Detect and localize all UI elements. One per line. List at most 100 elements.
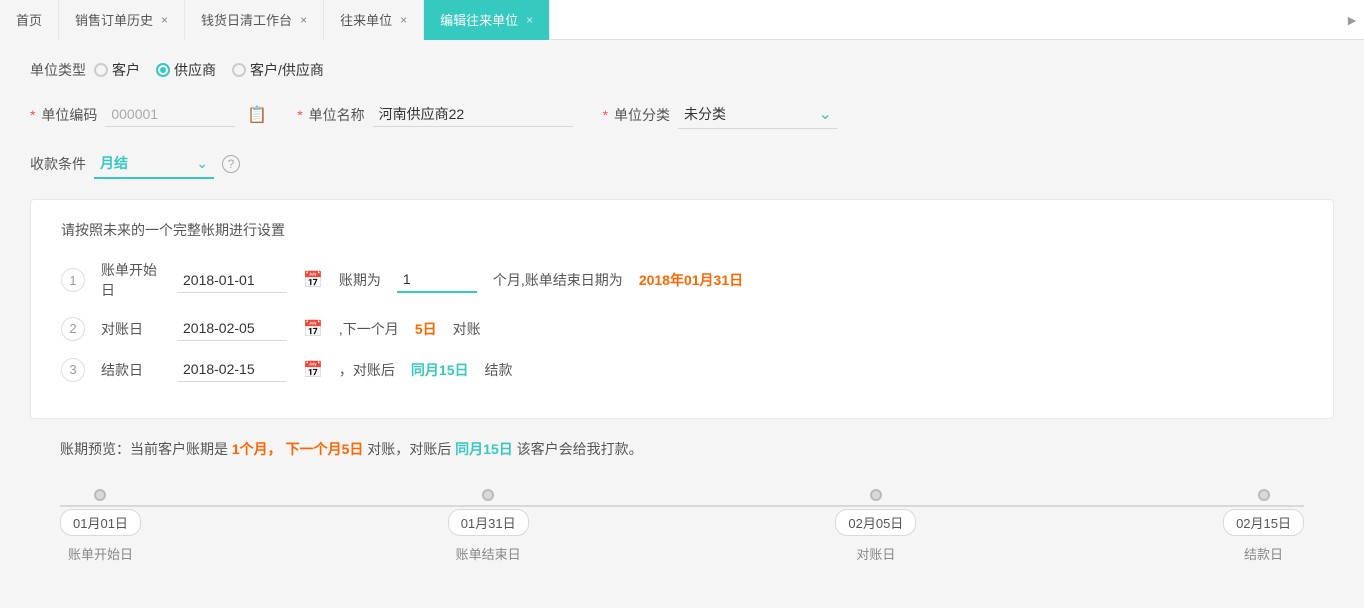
radio-customer[interactable]: 客户 (94, 60, 140, 80)
period-box: 请按照未来的一个完整帐期进行设置 1 账单开始日 📅 账期为 个月,账单结束日期… (30, 199, 1334, 419)
radio-both[interactable]: 客户/供应商 (232, 60, 324, 80)
radio-customer-label: 客户 (112, 60, 140, 80)
unit-category-field: * 单位分类 未分类 ⌄ (603, 100, 838, 129)
tab-partner-unit-close[interactable]: × (400, 13, 407, 27)
period-desc-1b: 个月,账单结束日期为 (493, 270, 623, 290)
timeline-point-4: 02月15日 结款日 (1223, 489, 1304, 563)
unit-category-label: * 单位分类 (603, 105, 670, 125)
start-date-calendar-icon[interactable]: 📅 (303, 270, 323, 290)
start-date-input[interactable] (177, 268, 287, 293)
tab-sales-history-label: 销售订单历史 (75, 10, 153, 29)
timeline-line (60, 505, 1304, 507)
tab-sales-history[interactable]: 销售订单历史 × (59, 0, 185, 40)
tab-partner-unit[interactable]: 往来单位 × (324, 0, 424, 40)
tab-cash-work-close[interactable]: × (300, 13, 307, 27)
period-num-input[interactable] (397, 267, 477, 293)
timeline-point-1: 01月01日 账单开始日 (60, 489, 141, 563)
payment-date-calendar-icon[interactable]: 📅 (303, 360, 323, 380)
payment-select[interactable]: 月结 ⌄ (94, 149, 214, 179)
tab-home[interactable]: 首页 (0, 0, 59, 40)
payment-row: 收款条件 月结 ⌄ ? (30, 149, 1334, 179)
unit-code-star: * (30, 107, 35, 123)
timeline-dot-4 (1258, 489, 1270, 501)
unit-name-input[interactable] (373, 102, 573, 127)
period-label-2: 对账日 (101, 319, 161, 339)
unit-type-row: 单位类型 客户 供应商 客户/供应商 (30, 60, 1334, 80)
unit-type-label: 单位类型 (30, 60, 86, 80)
preview-section: 账期预览：当前客户账期是 1个月， 下一个月5日 对账，对账后 同月15日 该客… (30, 439, 1334, 459)
timeline-wrapper: 01月01日 账单开始日 01月31日 账单结束日 02月05日 对账日 02月… (30, 489, 1334, 563)
step-3: 3 (61, 358, 85, 382)
period-instruction: 请按照未来的一个完整帐期进行设置 (61, 220, 1303, 240)
step-2: 2 (61, 317, 85, 341)
preview-part3: 同月15日 (455, 441, 513, 457)
reconcile-date-calendar-icon[interactable]: 📅 (303, 319, 323, 339)
payment-date-input[interactable] (177, 357, 287, 382)
radio-supplier[interactable]: 供应商 (156, 60, 216, 80)
timeline-date-1: 01月01日 (60, 509, 141, 536)
main-content: 单位类型 客户 供应商 客户/供应商 * 单位编码 (0, 40, 1364, 608)
preview-middle: 对账，对账后 (367, 441, 451, 457)
unit-type-field: 单位类型 客户 供应商 客户/供应商 (30, 60, 324, 80)
timeline-label-4: 结款日 (1244, 544, 1283, 563)
timeline-date-3: 02月05日 (835, 509, 916, 536)
radio-supplier-label: 供应商 (174, 60, 216, 80)
radio-both-circle (232, 63, 246, 77)
tab-cash-work-label: 钱货日清工作台 (201, 10, 292, 29)
tab-home-label: 首页 (16, 10, 42, 29)
timeline-dot-2 (482, 489, 494, 501)
radio-customer-circle (94, 63, 108, 77)
preview-prefix: 账期预览：当前客户账期是 (60, 441, 228, 457)
radio-both-label: 客户/供应商 (250, 60, 324, 80)
tab-edit-partner-close[interactable]: × (526, 13, 533, 27)
timeline-date-4: 02月15日 (1223, 509, 1304, 536)
unit-name-field: * 单位名称 (297, 102, 572, 127)
unit-category-arrow-icon: ⌄ (819, 104, 832, 124)
unit-category-star: * (603, 107, 608, 123)
period-desc-2a: ,下一个月 (339, 319, 399, 339)
timeline-point-2: 01月31日 账单结束日 (448, 489, 529, 563)
unit-code-label: * 单位编码 (30, 105, 97, 125)
payment-highlight: 同月15日 (411, 360, 469, 380)
payment-value: 月结 (100, 153, 196, 173)
period-desc-1a: 账期为 (339, 270, 381, 290)
period-row-3: 3 结款日 📅 ，对账后 同月15日 结款 (61, 357, 1303, 382)
step-1: 1 (61, 268, 85, 292)
timeline-label-1: 账单开始日 (68, 544, 133, 563)
timeline-dot-1 (94, 489, 106, 501)
reconcile-highlight: 5日 (415, 319, 437, 339)
timeline-label-3: 对账日 (856, 544, 895, 563)
tab-cash-work[interactable]: 钱货日清工作台 × (185, 0, 324, 40)
period-row-2: 2 对账日 📅 ,下一个月 5日 对账 (61, 316, 1303, 341)
period-desc-3b: 结款 (485, 360, 513, 380)
period-end-date: 2018年01月31日 (639, 270, 743, 290)
unit-type-radio-group: 客户 供应商 客户/供应商 (94, 60, 324, 80)
tab-partner-unit-label: 往来单位 (340, 10, 392, 29)
preview-part1: 1个月， (232, 441, 282, 457)
copy-icon[interactable]: 📋 (247, 105, 267, 125)
unit-name-label: * 单位名称 (297, 105, 364, 125)
unit-name-star: * (297, 107, 302, 123)
timeline-label-2: 账单结束日 (456, 544, 521, 563)
period-row-1: 1 账单开始日 📅 账期为 个月,账单结束日期为 2018年01月31日 (61, 260, 1303, 300)
reconcile-date-input[interactable] (177, 316, 287, 341)
timeline-date-2: 01月31日 (448, 509, 529, 536)
tabs-expand-button[interactable]: ► (1340, 0, 1364, 40)
unit-code-input[interactable] (105, 102, 235, 127)
tab-edit-partner[interactable]: 编辑往来单位 × (424, 0, 550, 40)
tab-sales-history-close[interactable]: × (161, 13, 168, 27)
unit-category-select[interactable]: 未分类 ⌄ (678, 100, 838, 129)
help-icon[interactable]: ? (222, 155, 240, 173)
unit-category-value: 未分类 (684, 104, 819, 124)
tab-edit-partner-label: 编辑往来单位 (440, 10, 518, 29)
period-label-3: 结款日 (101, 360, 161, 380)
tabs-bar: 首页 销售订单历史 × 钱货日清工作台 × 往来单位 × 编辑往来单位 × ► (0, 0, 1364, 40)
timeline-container: 01月01日 账单开始日 01月31日 账单结束日 02月05日 对账日 02月… (60, 489, 1304, 563)
radio-supplier-circle (156, 63, 170, 77)
period-label-1: 账单开始日 (101, 260, 161, 300)
unit-info-row: * 单位编码 📋 * 单位名称 * 单位分类 未分类 ⌄ (30, 100, 1334, 129)
unit-code-field: * 单位编码 📋 (30, 102, 267, 127)
period-desc-3a: ，对账后 (339, 360, 395, 380)
preview-suffix: 该客户会给我打款。 (517, 441, 643, 457)
help-icon-label: ? (228, 157, 235, 171)
